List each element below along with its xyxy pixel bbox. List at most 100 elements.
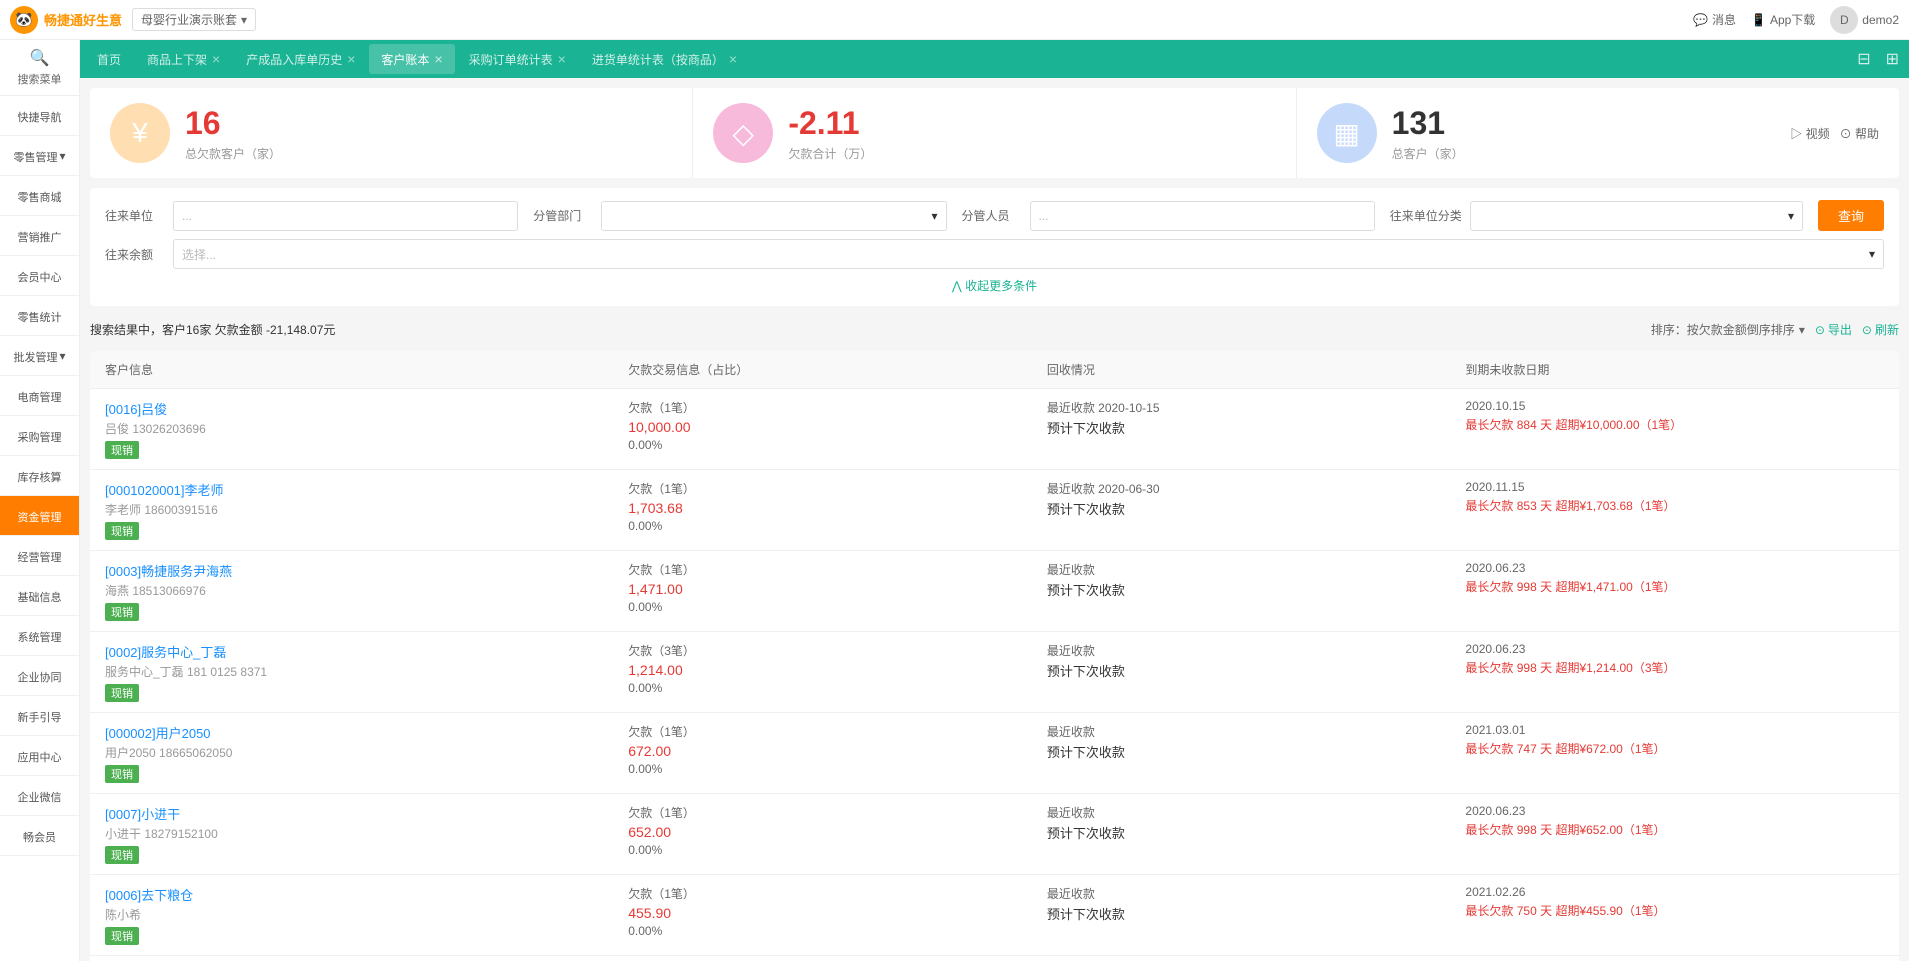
tab-close-icon[interactable]: ×	[347, 52, 355, 66]
tab-label: 进货单统计表（按商品）	[592, 51, 724, 68]
sidebar-item-ecommerce[interactable]: 电商管理	[0, 376, 79, 416]
table-header: 客户信息 欠款交易信息（占比） 回收情况 到期未收款日期	[90, 351, 1899, 389]
debt-amount[interactable]: 672.00	[628, 743, 1047, 759]
tab-product-inbound[interactable]: 产成品入库单历史 ×	[234, 44, 367, 74]
overdue-info[interactable]: 最长欠款 998 天 超期¥652.00（1笔）	[1465, 821, 1884, 838]
tab-product-offshelf[interactable]: 商品上下架 ×	[135, 44, 232, 74]
customer-contact: 用户2050 18665062050	[105, 744, 628, 761]
customer-name[interactable]: [0001020001]李老师	[105, 480, 628, 499]
stat-card-debt-customers: ¥ 16 总欠款客户（家）	[90, 88, 693, 178]
sidebar-item-app-center[interactable]: 应用中心	[0, 736, 79, 776]
sidebar-item-inventory[interactable]: 库存核算	[0, 456, 79, 496]
customer-name[interactable]: [000002]用户2050	[105, 723, 628, 742]
debt-amount[interactable]: 10,000.00	[628, 419, 1047, 435]
tab-minimize-btn[interactable]: ⊟	[1852, 47, 1875, 71]
tab-home[interactable]: 首页	[85, 44, 133, 74]
sidebar-item-label: 库存核算	[5, 469, 74, 485]
tab-close-icon[interactable]: ×	[434, 52, 442, 66]
refresh-button[interactable]: ⊙ 刷新	[1862, 321, 1899, 338]
customer-name[interactable]: [0016]吕俊	[105, 399, 628, 418]
store-select[interactable]: 母婴行业演示账套 ▾	[132, 8, 256, 31]
sidebar-item-quick-nav[interactable]: 快捷导航	[0, 96, 79, 136]
sidebar-item-biz-mgmt[interactable]: 经营管理	[0, 536, 79, 576]
customer-name[interactable]: [0002]服务中心_丁磊	[105, 642, 628, 661]
sidebar-search[interactable]: 🔍 搜索菜单	[0, 40, 79, 96]
tab-inbound-stat[interactable]: 进货单统计表（按商品） ×	[580, 44, 749, 74]
filter-unit-class-select[interactable]: ▾	[1470, 201, 1803, 231]
user-menu-btn[interactable]: D demo2	[1830, 6, 1899, 34]
debt-percent: 0.00%	[628, 519, 1047, 533]
total-customers-icon: ▦	[1317, 103, 1377, 163]
sidebar-item-retail-mgmt[interactable]: 零售管理 ▾	[0, 136, 79, 176]
message-btn[interactable]: 💬 消息	[1693, 11, 1736, 28]
debt-amount[interactable]: 1,214.00	[628, 662, 1047, 678]
customer-name[interactable]: [0006]去下粮仓	[105, 885, 628, 904]
collection-cell: 最近收款 预计下次收款	[1047, 561, 1466, 599]
sort-dropdown[interactable]: 排序：按欠款金额倒序排序 ▾	[1651, 321, 1805, 338]
sidebar-item-label: 营销推广	[5, 229, 74, 245]
export-button[interactable]: ⊙ 导出	[1815, 321, 1852, 338]
sidebar-item-finance[interactable]: 资金管理	[0, 496, 79, 536]
collection-cell: 最近收款 预计下次收款	[1047, 804, 1466, 842]
sidebar-item-system[interactable]: 系统管理	[0, 616, 79, 656]
view-btn[interactable]: ▷ 视频	[1790, 125, 1829, 142]
overdue-info[interactable]: 最长欠款 750 天 超期¥455.90（1笔）	[1465, 902, 1884, 919]
tab-close-icon[interactable]: ×	[212, 52, 220, 66]
tab-close-icon[interactable]: ×	[729, 52, 737, 66]
app-download-btn[interactable]: 📱 App下载	[1751, 11, 1815, 28]
customer-contact: 陈小希	[105, 906, 628, 923]
debt-amount[interactable]: 652.00	[628, 824, 1047, 840]
customer-tag: 现销	[105, 522, 139, 540]
customer-name[interactable]: [0003]畅捷服务尹海燕	[105, 561, 628, 580]
sidebar-item-guide[interactable]: 新手引导	[0, 696, 79, 736]
sidebar-item-retail-store[interactable]: 零售商城	[0, 176, 79, 216]
sidebar-item-vip[interactable]: 畅会员	[0, 816, 79, 856]
due-date: 2021.02.26	[1465, 885, 1884, 899]
overdue-info[interactable]: 最长欠款 884 天 超期¥10,000.00（1笔）	[1465, 416, 1884, 433]
sidebar-item-member[interactable]: 会员中心	[0, 256, 79, 296]
sidebar-item-label: 批发管理	[13, 349, 57, 365]
sidebar-item-basic-info[interactable]: 基础信息	[0, 576, 79, 616]
overdue-info[interactable]: 最长欠款 747 天 超期¥672.00（1笔）	[1465, 740, 1884, 757]
tab-purchase-order-stat[interactable]: 采购订单统计表 ×	[457, 44, 578, 74]
sidebar-item-enterprise[interactable]: 企业协同	[0, 656, 79, 696]
overdue-info[interactable]: 最长欠款 998 天 超期¥1,214.00（3笔）	[1465, 659, 1884, 676]
search-button[interactable]: 查询	[1818, 200, 1884, 231]
sidebar-item-label: 基础信息	[5, 589, 74, 605]
tab-maximize-btn[interactable]: ⊞	[1881, 47, 1904, 71]
help-btn[interactable]: ⊙ 帮助	[1840, 125, 1879, 142]
debt-percent: 0.00%	[628, 924, 1047, 938]
filter-dept: 分管部门 ▾	[533, 201, 946, 231]
sidebar-item-marketing[interactable]: 营销推广	[0, 216, 79, 256]
overdue-info[interactable]: 最长欠款 998 天 超期¥1,471.00（1笔）	[1465, 578, 1884, 595]
sidebar-item-purchase[interactable]: 采购管理	[0, 416, 79, 456]
stat-label-total-customers: 总客户（家）	[1392, 145, 1464, 162]
tab-bar: 首页 商品上下架 × 产成品入库单历史 × 客户账本 × 采购订单统计表 × 进…	[80, 40, 1909, 78]
debt-amount[interactable]: 1,703.68	[628, 500, 1047, 516]
filter-source-unit-placeholder: ...	[182, 209, 192, 223]
collection-cell: 最近收款 预计下次收款	[1047, 885, 1466, 923]
tab-close-icon[interactable]: ×	[558, 52, 566, 66]
filter-person-input[interactable]: ...	[1030, 201, 1375, 231]
sidebar-item-enterprise-wx[interactable]: 企业微信	[0, 776, 79, 816]
filter-unit-class: 往来单位分类 ▾	[1390, 201, 1803, 231]
table-body: [0016]吕俊 吕俊 13026203696 现销 欠款（1笔） 10,000…	[90, 389, 1899, 961]
next-collect: 预计下次收款	[1047, 742, 1466, 761]
debt-amount[interactable]: 1,471.00	[628, 581, 1047, 597]
customer-info-cell: [0006]去下粮仓 陈小希 现销	[105, 885, 628, 945]
customer-name[interactable]: [0007]小进干	[105, 804, 628, 823]
sidebar-item-batch-mgmt[interactable]: 批发管理 ▾	[0, 336, 79, 376]
table-row: [000002]用户2050 用户2050 18665062050 现销 欠款（…	[90, 713, 1899, 794]
sidebar-item-retail-stat[interactable]: 零售统计	[0, 296, 79, 336]
debt-count: 欠款（1笔）	[628, 480, 1047, 497]
overdue-info[interactable]: 最长欠款 853 天 超期¥1,703.68（1笔）	[1465, 497, 1884, 514]
chevron-down-icon: ▾	[59, 149, 65, 163]
filter-dept-select[interactable]: ▾	[601, 201, 946, 231]
filter-balance-select[interactable]: 选择... ▾	[173, 239, 1884, 269]
filter-source-unit-input[interactable]: ...	[173, 201, 518, 231]
tab-customer-account[interactable]: 客户账本 ×	[369, 44, 454, 74]
sidebar-item-label: 企业协同	[5, 669, 74, 685]
tab-label: 客户账本	[381, 51, 429, 68]
debt-amount[interactable]: 455.90	[628, 905, 1047, 921]
collapse-button[interactable]: ⋀ 收起更多条件	[952, 277, 1037, 294]
